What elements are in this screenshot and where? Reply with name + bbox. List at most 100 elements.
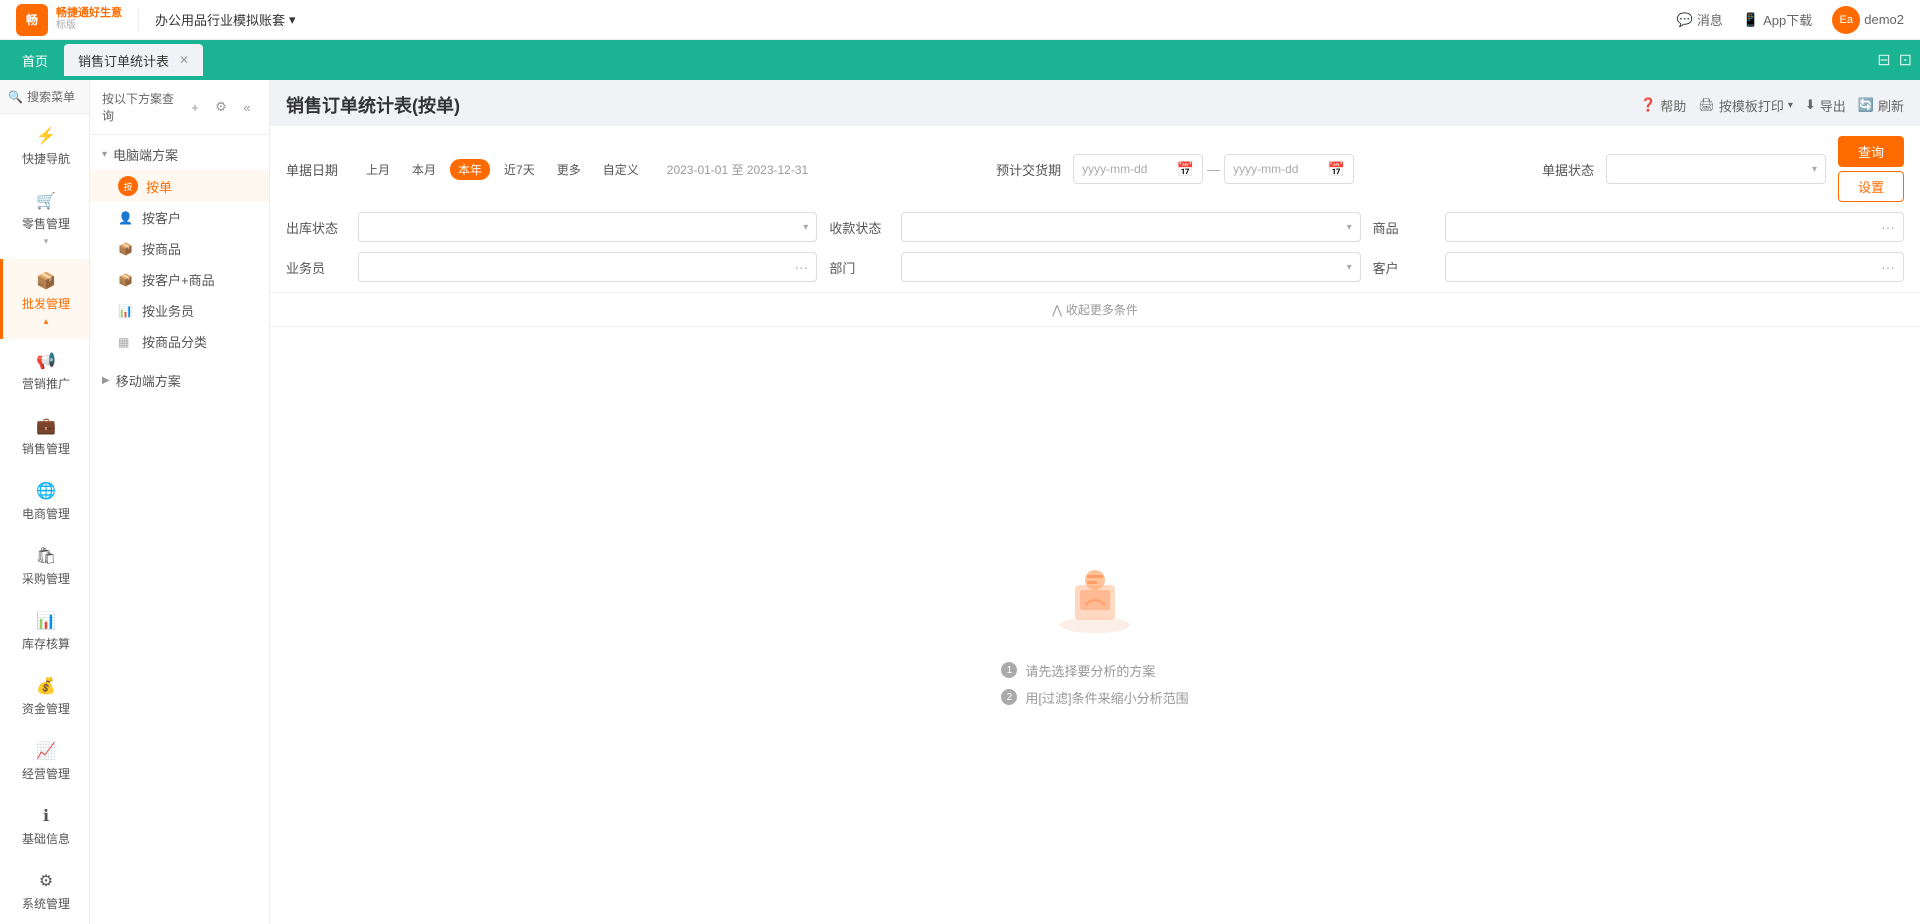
scheme-by-order[interactable]: 按 按单 <box>90 170 269 202</box>
scheme-by-category[interactable]: ▦ 按商品分类 <box>90 326 269 357</box>
page-title: 销售订单统计表(按单) <box>286 92 460 118</box>
scheme-by-customer[interactable]: 👤 按客户 <box>90 202 269 233</box>
scheme-icon-box: 📦 <box>118 242 134 256</box>
status-label: 单据状态 <box>1542 160 1594 179</box>
help-btn[interactable]: ❓ 帮助 <box>1640 96 1686 115</box>
payment-status-arrow: ▾ <box>1347 222 1352 233</box>
sidebar-item-quicknav[interactable]: ⚡ 快捷导航 <box>0 114 89 179</box>
sidebar-item-basic[interactable]: ℹ 基础信息 <box>0 794 89 859</box>
left-panel: 按以下方案查询 + ⚙ « ▾ 电脑端方案 按 按单 👤 按客户 <box>90 80 270 924</box>
page-header: 销售订单统计表(按单) ❓ 帮助 🖨 按模板打印 ▾ ⬇ 导出 <box>270 80 1920 126</box>
user-menu[interactable]: Ea demo2 <box>1832 6 1904 34</box>
app-logo: 畅 <box>16 4 48 36</box>
sidebar-item-inventory[interactable]: 📊 库存核算 <box>0 599 89 664</box>
settings-button[interactable]: 设置 <box>1838 171 1904 202</box>
scheme-by-salesman[interactable]: 📊 按业务员 <box>90 295 269 326</box>
expected-date-label: 预计交货期 <box>996 160 1061 179</box>
settings-scheme-btn[interactable]: ⚙ <box>211 97 231 117</box>
date-btn-this-year[interactable]: 本年 <box>450 159 490 180</box>
app-download-btn[interactable]: 📱 App下载 <box>1743 10 1812 29</box>
app-subtitle: 标版 <box>56 20 122 32</box>
scheme-by-product[interactable]: 📦 按商品 <box>90 233 269 264</box>
top-bar-right: 💬 消息 📱 App下载 Ea demo2 <box>1677 6 1904 34</box>
department-label: 部门 <box>829 258 889 277</box>
scheme-by-cust-prod[interactable]: 📦 按客户+商品 <box>90 264 269 295</box>
tab-close-icon[interactable]: ✕ <box>179 53 189 67</box>
collapse-bar[interactable]: ⋀ 收起更多条件 <box>270 293 1920 327</box>
salesman-more-icon[interactable]: ··· <box>794 259 808 275</box>
avatar: Ea <box>1832 6 1860 34</box>
filter-row-3: 业务员 ··· 部门 ▾ 客户 ··· <box>286 252 1904 282</box>
salesman-input[interactable]: ··· <box>358 252 817 282</box>
app-name: 畅捷通好生意 <box>56 7 122 20</box>
refresh-btn[interactable]: 🔄 刷新 <box>1858 96 1904 115</box>
collapse-panel-btn[interactable]: « <box>237 97 257 117</box>
main-layout: 🔍 搜索菜单 ⚡ 快捷导航 🛒 零售管理 ▾ 📦 批发管理 ▴ 📢 营销推广 💼… <box>0 80 1920 924</box>
account-dropdown[interactable]: 办公用品行业模拟账套 ▾ <box>155 10 296 29</box>
date-dash: — <box>1207 162 1220 177</box>
tab-maximize-icon[interactable]: ⊡ <box>1899 50 1912 70</box>
sidebar-item-wholesale[interactable]: 📦 批发管理 ▴ <box>0 259 89 339</box>
sidebar-item-system[interactable]: ⚙ 系统管理 <box>0 859 89 924</box>
mobile-scheme-group: ▶ 移动端方案 <box>90 361 269 400</box>
sidebar-search[interactable]: 🔍 搜索菜单 <box>0 80 89 114</box>
sidebar-item-finance[interactable]: 💰 资金管理 <box>0 664 89 729</box>
customer-label: 客户 <box>1373 258 1433 277</box>
calendar-start-icon[interactable]: 📅 <box>1177 161 1194 178</box>
goods-label: 商品 <box>1373 218 1433 237</box>
template-print-btn[interactable]: 🖨 按模板打印 ▾ <box>1698 96 1793 115</box>
status-select[interactable]: ▾ <box>1606 154 1826 184</box>
filter-area: 单据日期 上月 本月 本年 近7天 更多 自定义 2023-01-01 至 20… <box>270 126 1920 293</box>
status-select-arrow: ▾ <box>1812 164 1817 175</box>
date-btn-7days[interactable]: 近7天 <box>496 159 543 180</box>
content-area: 按以下方案查询 + ⚙ « ▾ 电脑端方案 按 按单 👤 按客户 <box>90 80 1920 924</box>
department-select[interactable]: ▾ <box>901 252 1360 282</box>
top-bar-left: 畅 畅捷通好生意 标版 办公用品行业模拟账套 ▾ <box>16 4 296 36</box>
goods-input[interactable]: ··· <box>1445 212 1904 242</box>
calendar-end-icon[interactable]: 📅 <box>1328 161 1345 178</box>
date-label: 单据日期 <box>286 160 346 179</box>
sidebar-item-ecommerce[interactable]: 🌐 电商管理 <box>0 469 89 534</box>
payment-status-select[interactable]: ▾ <box>901 212 1360 242</box>
filter-row-2: 出库状态 ▾ 收款状态 ▾ 商品 ··· <box>286 212 1904 242</box>
pc-group-header[interactable]: ▾ 电脑端方案 <box>90 139 269 170</box>
scheme-icon-grid: ▦ <box>118 335 134 349</box>
collapse-button[interactable]: ⋀ 收起更多条件 <box>1052 301 1138 318</box>
customer-input[interactable]: ··· <box>1445 252 1904 282</box>
sidebar-item-sales[interactable]: 💼 销售管理 <box>0 404 89 469</box>
date-range-text: 2023-01-01 至 2023-12-31 <box>667 161 808 178</box>
tab-home[interactable]: 首页 <box>8 44 62 76</box>
messages-btn[interactable]: 💬 消息 <box>1677 10 1723 29</box>
date-btn-more[interactable]: 更多 <box>549 159 589 180</box>
out-status-select[interactable]: ▾ <box>358 212 817 242</box>
mobile-group-arrow: ▶ <box>102 375 110 386</box>
sidebar: 🔍 搜索菜单 ⚡ 快捷导航 🛒 零售管理 ▾ 📦 批发管理 ▴ 📢 营销推广 💼… <box>0 80 90 924</box>
date-btn-last-month[interactable]: 上月 <box>358 159 398 180</box>
date-btn-this-month[interactable]: 本月 <box>404 159 444 180</box>
date-btn-custom[interactable]: 自定义 <box>595 159 647 180</box>
tab-minimize-icon[interactable]: ⊟ <box>1877 50 1890 70</box>
top-bar: 畅 畅捷通好生意 标版 办公用品行业模拟账套 ▾ 💬 消息 📱 App下载 Ea… <box>0 0 1920 40</box>
sidebar-item-retail[interactable]: 🛒 零售管理 ▾ <box>0 179 89 259</box>
sidebar-item-marketing[interactable]: 📢 营销推广 <box>0 339 89 404</box>
add-scheme-btn[interactable]: + <box>185 97 205 117</box>
export-btn[interactable]: ⬇ 导出 <box>1805 96 1846 115</box>
pc-group-arrow: ▾ <box>102 149 107 160</box>
search-button[interactable]: 查询 <box>1838 136 1904 167</box>
expected-date-end-input[interactable]: yyyy-mm-dd 📅 <box>1224 154 1354 184</box>
out-status-label: 出库状态 <box>286 218 346 237</box>
search-action-group: 查询 设置 <box>1838 136 1904 202</box>
sidebar-item-purchase[interactable]: 🛍 采购管理 <box>0 534 89 599</box>
filter-row-1: 单据日期 上月 本月 本年 近7天 更多 自定义 2023-01-01 至 20… <box>286 136 1904 202</box>
tab-stats[interactable]: 销售订单统计表 ✕ <box>64 44 203 76</box>
mobile-group-header[interactable]: ▶ 移动端方案 <box>90 365 269 396</box>
goods-more-icon[interactable]: ··· <box>1881 219 1895 235</box>
expected-date-start-input[interactable]: yyyy-mm-dd 📅 <box>1073 154 1203 184</box>
tab-bar: 首页 销售订单统计表 ✕ ⊟ ⊡ <box>0 40 1920 80</box>
left-panel-header: 按以下方案查询 + ⚙ « <box>90 80 269 135</box>
empty-state-illustration <box>1045 545 1145 645</box>
scheme-icon-box2: 📦 <box>118 273 134 287</box>
payment-status-label: 收款状态 <box>829 218 889 237</box>
customer-more-icon[interactable]: ··· <box>1881 259 1895 275</box>
sidebar-item-ops[interactable]: 📈 经营管理 <box>0 729 89 794</box>
